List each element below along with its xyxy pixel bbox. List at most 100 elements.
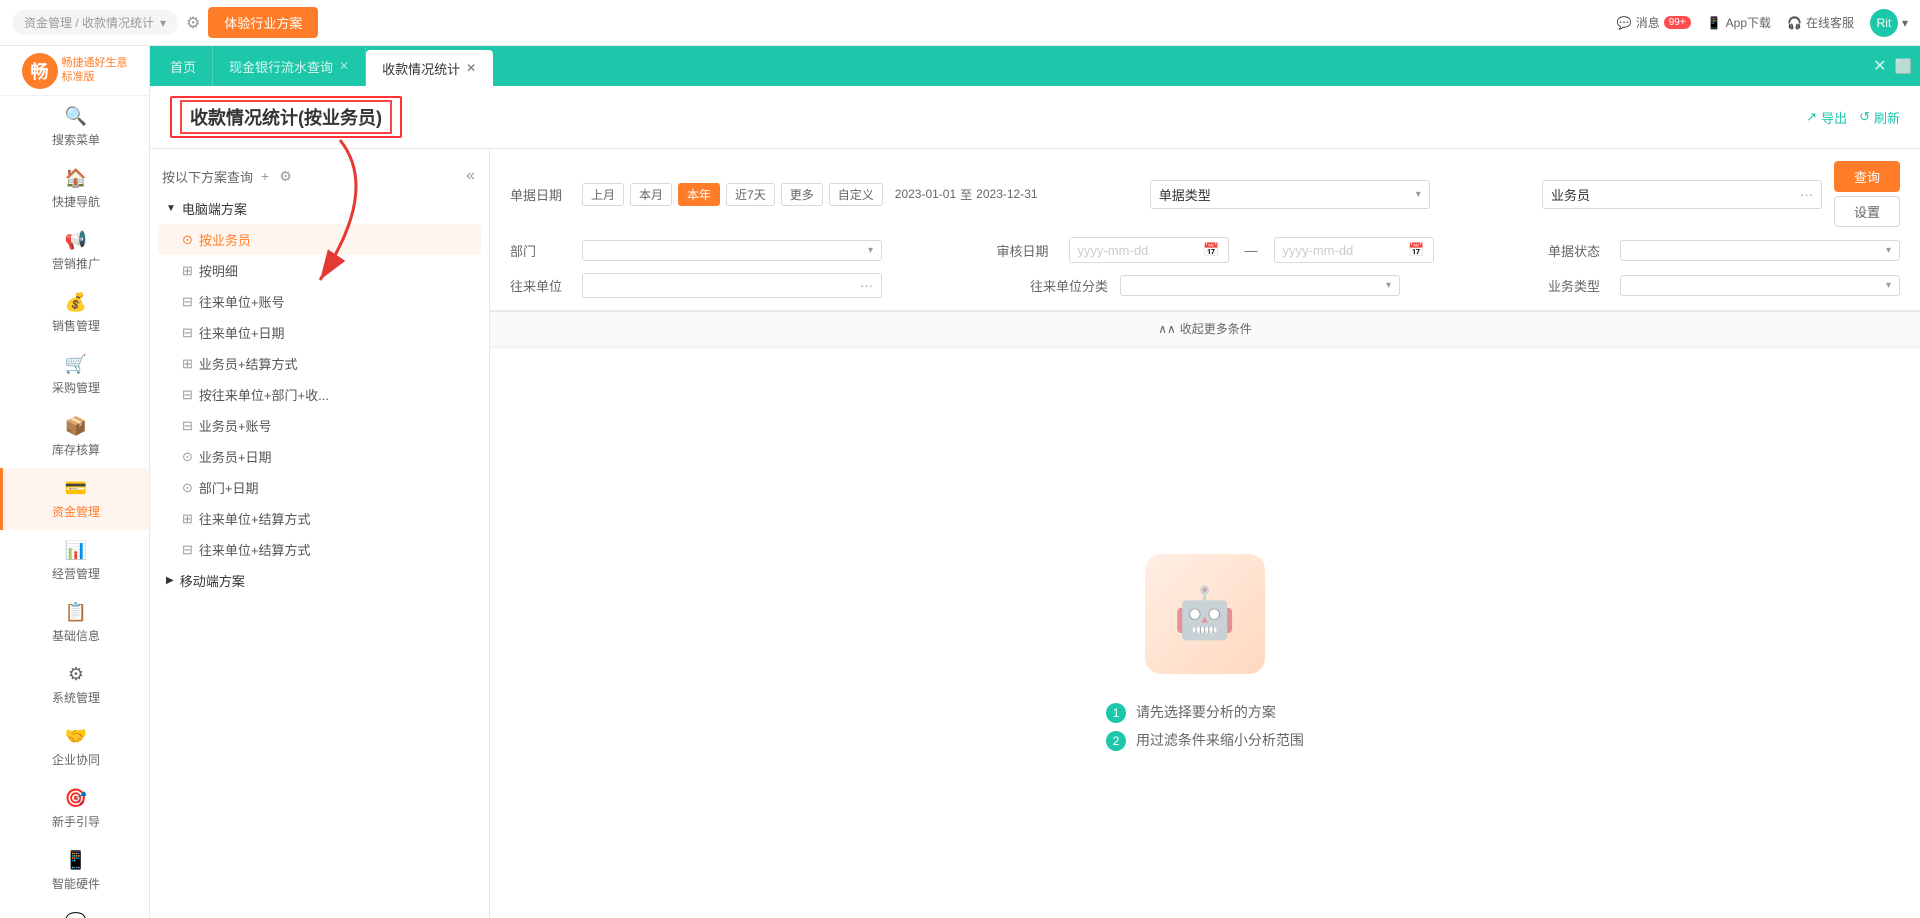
sidebar-item-search[interactable]: 🔍 搜索菜单 — [0, 96, 149, 158]
calendar-icon[interactable]: 📅 — [1203, 242, 1219, 258]
scheme-item-salesman-account[interactable]: ⊟ 业务员+账号 — [158, 410, 481, 441]
workspace: 按以下方案查询 + ⚙ « ▼ 电脑端方案 ⊙ 按业务员 — [150, 149, 1920, 918]
trial-button[interactable]: 体验行业方案 — [208, 7, 318, 38]
tab-bank[interactable]: 现金银行流水查询 ✕ — [213, 46, 366, 86]
counterparty-select[interactable]: ··· — [582, 273, 882, 298]
scheme-active-icon: ⊙ — [182, 232, 193, 248]
collapse-bar[interactable]: ∧∧ 收起更多条件 — [490, 311, 1920, 345]
scheme-item-dept-date[interactable]: ⊙ 部门+日期 — [158, 472, 481, 503]
window-close-btn[interactable]: ✕ — [1873, 56, 1886, 76]
sidebar-item-sales[interactable]: 💰 销售管理 — [0, 282, 149, 344]
messages-area[interactable]: 💬 消息 99+ — [1617, 14, 1691, 31]
service-icon: 🎧 — [1787, 16, 1802, 30]
query-button[interactable]: 查询 — [1834, 161, 1900, 192]
scheme-item-salesman-settlement[interactable]: ⊞ 业务员+结算方式 — [158, 348, 481, 379]
sidebar-item-basic[interactable]: 📋 基础信息 — [0, 592, 149, 654]
date-btn-last-month[interactable]: 上月 — [582, 183, 624, 206]
voucher-status-select[interactable]: ▾ — [1620, 240, 1900, 261]
scheme-item-counterparty-account[interactable]: ⊟ 往来单位+账号 — [158, 286, 481, 317]
counterparty-ellipsis[interactable]: ··· — [860, 278, 873, 293]
empty-illustration: 🤖 — [1145, 554, 1265, 674]
sidebar-item-purchase[interactable]: 🛒 采购管理 — [0, 344, 149, 406]
sidebar-item-finance[interactable]: 💳 资金管理 — [0, 468, 149, 530]
mobile-scheme-group: ▶ 移动端方案 — [150, 565, 489, 596]
add-scheme-button[interactable]: + — [259, 166, 271, 186]
mobile-group-title[interactable]: ▶ 移动端方案 — [158, 565, 481, 596]
date-to-value: 2023-12-31 — [976, 187, 1037, 201]
sidebar-item-system[interactable]: ⚙ 系统管理 — [0, 654, 149, 716]
page-header: 收款情况统计(按业务员) ↗ 导出 ↺ 刷新 — [150, 86, 1920, 149]
voucher-type-select[interactable]: 单据类型 ▾ — [1150, 180, 1430, 209]
tab-receipts-close[interactable]: ✕ — [466, 61, 476, 75]
scheme-item-counterparty-date[interactable]: ⊟ 往来单位+日期 — [158, 317, 481, 348]
scheme-icon: ⊟ — [182, 294, 193, 310]
scheme-icon: ⊟ — [182, 387, 193, 403]
user-area[interactable]: Rit ▾ — [1870, 9, 1908, 37]
scheme-icon: ⊟ — [182, 542, 193, 558]
desktop-group-title[interactable]: ▼ 电脑端方案 — [158, 193, 481, 224]
download-icon: 📱 — [1707, 16, 1722, 30]
sidebar-item-inventory[interactable]: 📦 库存核算 — [0, 406, 149, 468]
tab-bar: 首页 现金银行流水查询 ✕ 收款情况统计 ✕ ✕ ⬜ — [150, 46, 1920, 86]
scheme-item-by-counterparty-dept[interactable]: ⊟ 按往来单位+部门+收... — [158, 379, 481, 410]
dept-label: 部门 — [510, 241, 570, 260]
scheme-panel: 按以下方案查询 + ⚙ « ▼ 电脑端方案 ⊙ 按业务员 — [150, 149, 490, 918]
date-shortcuts: 上月 本月 本年 近7天 更多 自定义 — [582, 183, 883, 206]
sidebar-item-quicknav[interactable]: 🏠 快捷导航 — [0, 158, 149, 220]
sidebar-item-enterprise[interactable]: 🤝 企业协同 — [0, 716, 149, 778]
date-btn-this-month[interactable]: 本月 — [630, 183, 672, 206]
scheme-item-salesman-date[interactable]: ⊙ 业务员+日期 — [158, 441, 481, 472]
sidebar-item-guide[interactable]: 🎯 新手引导 — [0, 778, 149, 840]
scheme-item-by-salesman[interactable]: ⊙ 按业务员 — [158, 224, 481, 255]
export-button[interactable]: ↗ 导出 — [1806, 108, 1847, 127]
date-btn-7days[interactable]: 近7天 — [726, 183, 775, 206]
voucher-type-chevron: ▾ — [1416, 189, 1421, 200]
scheme-item-counterparty-settlement1[interactable]: ⊞ 往来单位+结算方式 — [158, 503, 481, 534]
sidebar-item-wechat[interactable]: 💬 企业微信 — [0, 902, 149, 918]
app-download-area[interactable]: 📱 App下载 — [1707, 14, 1771, 31]
column-settings-button[interactable]: 设置 — [1834, 196, 1900, 227]
empty-state: 🤖 1 请先选择要分析的方案 2 用过滤条件来缩小分析范围 — [490, 349, 1920, 918]
scheme-item-by-detail[interactable]: ⊞ 按明细 — [158, 255, 481, 286]
scheme-icon: ⊙ — [182, 449, 193, 465]
salesman-ellipsis[interactable]: ··· — [1800, 187, 1813, 202]
counterparty-category-select[interactable]: ▾ — [1120, 275, 1400, 296]
content-area: 首页 现金银行流水查询 ✕ 收款情况统计 ✕ ✕ ⬜ — [150, 46, 1920, 918]
tab-bank-close[interactable]: ✕ — [339, 59, 349, 73]
tab-home[interactable]: 首页 — [150, 46, 213, 86]
settings-icon[interactable]: ⚙ — [186, 13, 200, 33]
window-maximize-btn[interactable]: ⬜ — [1895, 58, 1912, 75]
scheme-icon: ⊟ — [182, 418, 193, 434]
date-btn-more[interactable]: 更多 — [781, 183, 823, 206]
dept-select[interactable]: ▾ — [582, 240, 882, 261]
right-content: 单据日期 上月 本月 本年 近7天 更多 自定义 2023-01-01 — [490, 149, 1920, 918]
sidebar-item-marketing[interactable]: 📢 营销推广 — [0, 220, 149, 282]
refresh-button[interactable]: ↺ 刷新 — [1859, 108, 1900, 127]
panel-collapse-button[interactable]: « — [464, 165, 477, 187]
wechat-icon: 💬 — [65, 912, 87, 918]
sidebar-item-hardware[interactable]: 📱 智能硬件 — [0, 840, 149, 902]
inventory-icon: 📦 — [65, 416, 87, 437]
purchase-icon: 🛒 — [65, 354, 87, 375]
page-title-box: 收款情况统计(按业务员) — [170, 96, 402, 138]
filter-row-2: 部门 ▾ 审核日期 yyyy-mm-dd 📅 — — [510, 237, 1900, 263]
scheme-item-counterparty-settlement2[interactable]: ⊟ 往来单位+结算方式 — [158, 534, 481, 565]
date-btn-custom[interactable]: 自定义 — [829, 183, 883, 206]
calendar-icon-2[interactable]: 📅 — [1408, 242, 1424, 258]
hardware-icon: 📱 — [65, 850, 87, 871]
group-toggle-icon: ▼ — [166, 203, 176, 214]
sales-icon: 💰 — [65, 292, 87, 313]
dropdown-icon[interactable]: ▾ — [160, 16, 166, 30]
sidebar-nav: 畅 畅捷通好生意 标准版 🔍 搜索菜单 🏠 快捷导航 📢 营销推广 💰 — [0, 46, 150, 918]
online-service-area[interactable]: 🎧 在线客服 — [1787, 14, 1854, 31]
tab-receipts[interactable]: 收款情况统计 ✕ — [366, 50, 493, 86]
salesman-select[interactable]: 业务员 ··· — [1542, 180, 1822, 209]
review-date-from[interactable]: yyyy-mm-dd 📅 — [1069, 237, 1229, 263]
sidebar-item-operations[interactable]: 📊 经营管理 — [0, 530, 149, 592]
date-btn-this-year[interactable]: 本年 — [678, 183, 720, 206]
finance-icon: 💳 — [65, 478, 87, 499]
review-date-to[interactable]: yyyy-mm-dd 📅 — [1274, 237, 1434, 263]
business-type-select[interactable]: ▾ — [1620, 275, 1900, 296]
scheme-settings-button[interactable]: ⚙ — [277, 166, 294, 187]
voucher-status-label: 单据状态 — [1548, 241, 1608, 260]
